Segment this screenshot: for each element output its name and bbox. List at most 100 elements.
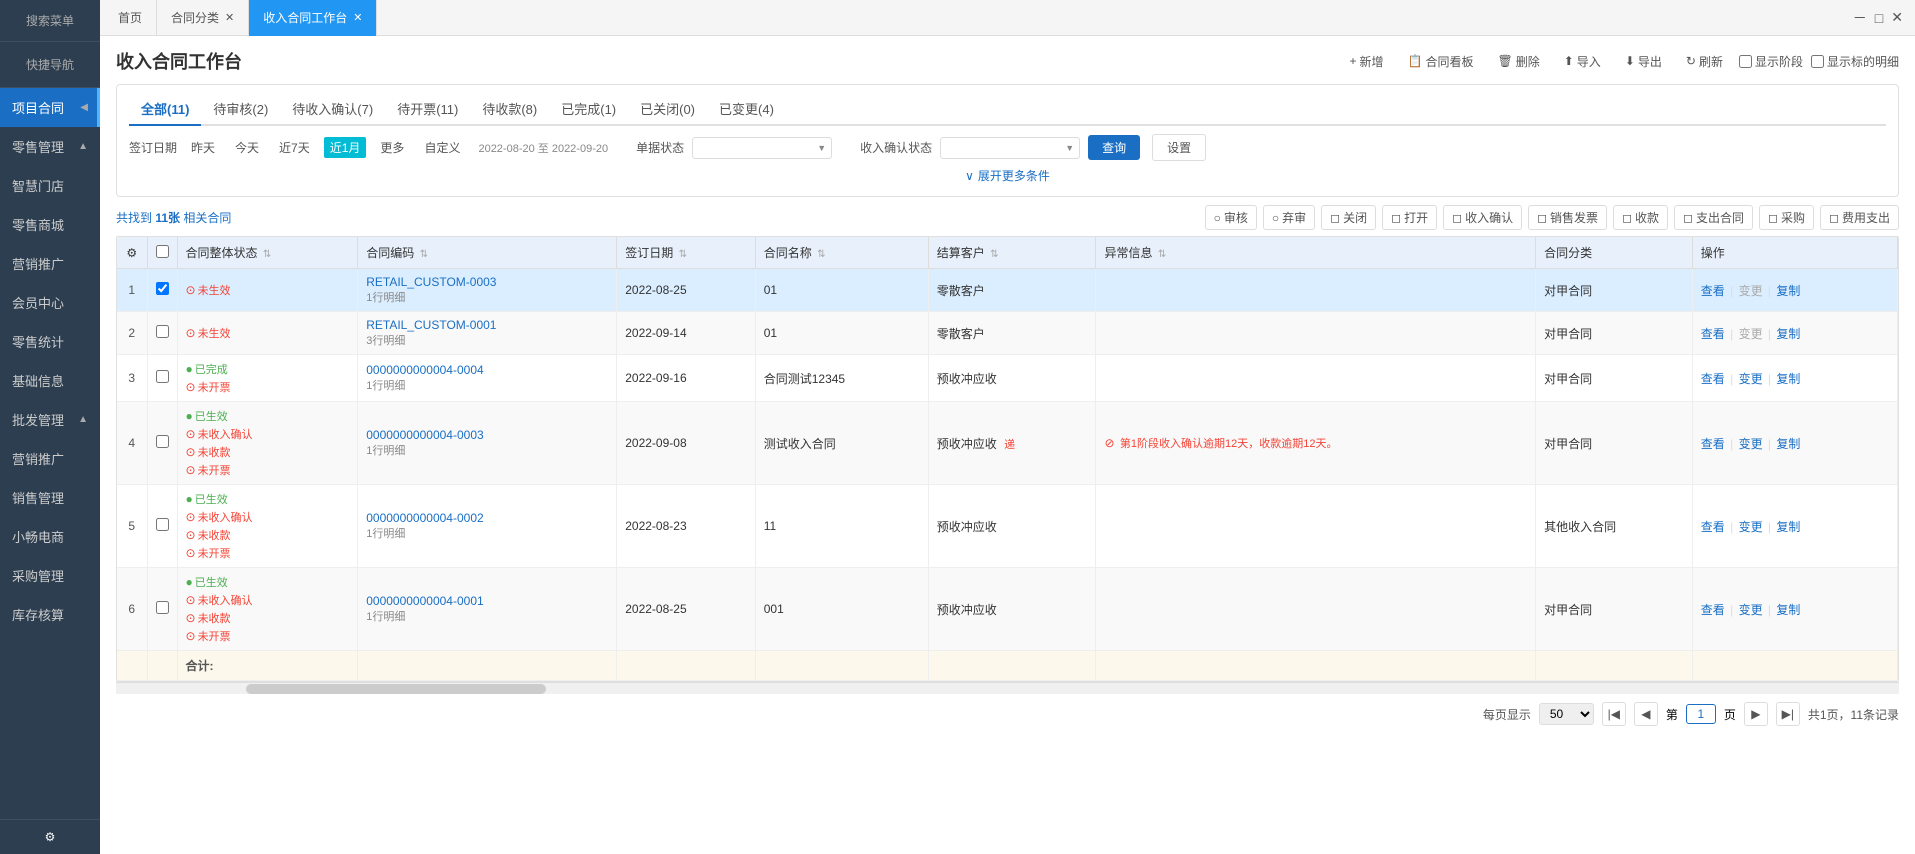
contract-link[interactable]: 0000000000004-0003 [366, 428, 483, 442]
status-tab-pending-invoice[interactable]: 待开票(11) [385, 93, 470, 126]
contract-link[interactable]: 0000000000004-0004 [366, 363, 483, 377]
status-tab-pending-income[interactable]: 待收入确认(7) [280, 93, 385, 126]
income-confirm-button[interactable]: ◻ 收入确认 [1443, 205, 1522, 230]
row-checkbox[interactable] [156, 282, 169, 295]
date-btn-1month[interactable]: 近1月 [324, 137, 367, 158]
settings-icon[interactable]: ⚙ [126, 246, 137, 260]
first-page-button[interactable]: |◀ [1602, 702, 1626, 726]
next-page-button[interactable]: ▶ [1744, 702, 1768, 726]
row-checkbox[interactable] [156, 325, 169, 338]
page-size-select[interactable]: 10 20 50 100 [1539, 703, 1594, 725]
close-button[interactable]: ✕ [1891, 8, 1903, 28]
edit-action[interactable]: 变更 [1739, 520, 1763, 534]
row-checkbox[interactable] [156, 601, 169, 614]
sidebar-item-marketing[interactable]: 营销推广 [0, 244, 100, 283]
abandon-review-button[interactable]: ○ 弃审 [1263, 205, 1315, 230]
show-detail-checkbox[interactable]: 显示标的明细 [1811, 53, 1899, 70]
doc-status-select[interactable] [692, 137, 832, 159]
horizontal-scrollbar[interactable] [116, 682, 1899, 694]
minimize-button[interactable]: － [1853, 8, 1867, 28]
tab-contract-category[interactable]: 合同分类 ✕ [157, 0, 249, 36]
query-button[interactable]: 查询 [1088, 135, 1140, 160]
copy-action[interactable]: 复制 [1776, 603, 1800, 617]
view-action[interactable]: 查看 [1701, 520, 1725, 534]
view-action[interactable]: 查看 [1701, 284, 1725, 298]
status-tab-completed[interactable]: 已完成(1) [549, 93, 628, 126]
show-stage-checkbox[interactable]: 显示阶段 [1739, 53, 1803, 70]
status-tab-pending-payment[interactable]: 待收款(8) [470, 93, 549, 126]
contract-link[interactable]: 0000000000004-0001 [366, 594, 483, 608]
edit-action[interactable]: 变更 [1739, 603, 1763, 617]
edit-action[interactable]: 变更 [1739, 437, 1763, 451]
expense-contract-button[interactable]: ◻ 支出合同 [1674, 205, 1753, 230]
contract-link[interactable]: 0000000000004-0002 [366, 511, 483, 525]
refresh-button[interactable]: ↻ 刷新 [1678, 50, 1731, 73]
row-checkbox[interactable] [156, 370, 169, 383]
expand-more-btn[interactable]: ∨ 展开更多条件 [965, 167, 1050, 184]
contract-board-button[interactable]: 📋 合同看板 [1400, 50, 1482, 73]
contract-link[interactable]: RETAIL_CUSTOM-0001 [366, 318, 496, 332]
setting-button[interactable]: 设置 [1152, 134, 1206, 161]
sidebar-item-smart-store[interactable]: 智慧门店 [0, 166, 100, 205]
review-button[interactable]: ○ 审核 [1205, 205, 1257, 230]
view-action[interactable]: 查看 [1701, 437, 1725, 451]
close-icon[interactable]: ✕ [353, 11, 362, 24]
copy-action[interactable]: 复制 [1776, 520, 1800, 534]
prev-page-button[interactable]: ◀ [1634, 702, 1658, 726]
date-btn-custom[interactable]: 自定义 [418, 137, 466, 158]
sidebar-item-retail-mgmt[interactable]: 零售管理 ▲ [0, 127, 100, 166]
add-button[interactable]: + 新增 [1341, 50, 1391, 73]
status-tab-changed[interactable]: 已变更(4) [707, 93, 786, 126]
view-action[interactable]: 查看 [1701, 603, 1725, 617]
delete-button[interactable]: 🗑 删除 [1489, 50, 1547, 73]
select-all-checkbox[interactable] [156, 245, 169, 258]
status-tab-closed[interactable]: 已关闭(0) [628, 93, 707, 126]
copy-action[interactable]: 复制 [1776, 327, 1800, 341]
page-input[interactable] [1686, 704, 1716, 724]
tab-income-contract[interactable]: 收入合同工作台 ✕ [249, 0, 377, 36]
sidebar-item-retail-stats[interactable]: 零售统计 [0, 322, 100, 361]
last-page-button[interactable]: ▶| [1776, 702, 1800, 726]
status-tab-all[interactable]: 全部(11) [129, 93, 201, 126]
view-action[interactable]: 查看 [1701, 327, 1725, 341]
row-checkbox[interactable] [156, 435, 169, 448]
sales-invoice-button[interactable]: ◻ 销售发票 [1528, 205, 1607, 230]
expense-button[interactable]: ◻ 费用支出 [1820, 205, 1899, 230]
view-action[interactable]: 查看 [1701, 372, 1725, 386]
sidebar-item-project-contract[interactable]: 项目合同 ◀ [0, 88, 100, 127]
export-button[interactable]: ⬇ 导出 [1617, 50, 1670, 73]
row-checkbox[interactable] [156, 518, 169, 531]
date-btn-7days[interactable]: 近7天 [273, 137, 316, 158]
sidebar-item-inventory[interactable]: 库存核算 [0, 595, 100, 634]
payment-button[interactable]: ◻ 收款 [1613, 205, 1668, 230]
status-tab-pending-review[interactable]: 待审核(2) [201, 93, 280, 126]
detail-checkbox-input[interactable] [1811, 55, 1824, 68]
copy-action[interactable]: 复制 [1776, 437, 1800, 451]
edit-action[interactable]: 变更 [1739, 372, 1763, 386]
sidebar-item-wholesale-mgmt[interactable]: 批发管理 ▲ [0, 400, 100, 439]
contract-link[interactable]: RETAIL_CUSTOM-0003 [366, 275, 496, 289]
sidebar-item-marketing2[interactable]: 营销推广 [0, 439, 100, 478]
copy-action[interactable]: 复制 [1776, 284, 1800, 298]
receipt-status-select[interactable] [940, 137, 1080, 159]
import-button[interactable]: ⬆ 导入 [1556, 50, 1609, 73]
sidebar-settings[interactable]: ⚙ [0, 819, 100, 854]
copy-action[interactable]: 复制 [1776, 372, 1800, 386]
sidebar-item-basic-info[interactable]: 基础信息 [0, 361, 100, 400]
purchase-button[interactable]: ◻ 采购 [1759, 205, 1814, 230]
date-btn-today[interactable]: 今天 [229, 137, 265, 158]
sidebar-item-ecommerce[interactable]: 小畅电商 [0, 517, 100, 556]
sidebar-item-purchase-mgmt[interactable]: 采购管理 [0, 556, 100, 595]
sidebar-item-sales-mgmt[interactable]: 销售管理 [0, 478, 100, 517]
sidebar-search[interactable]: 搜索菜单 [0, 0, 100, 42]
date-btn-yesterday[interactable]: 昨天 [185, 137, 221, 158]
sidebar-item-retail-mall[interactable]: 零售商城 [0, 205, 100, 244]
sidebar-item-member-center[interactable]: 会员中心 [0, 283, 100, 322]
close-icon[interactable]: ✕ [225, 11, 234, 24]
stage-checkbox-input[interactable] [1739, 55, 1752, 68]
date-btn-more[interactable]: 更多 [374, 137, 410, 158]
tab-home[interactable]: 首页 [104, 0, 157, 36]
maximize-button[interactable]: □ [1875, 8, 1883, 28]
close-contract-button[interactable]: ◻ 关闭 [1321, 205, 1376, 230]
open-button[interactable]: ◻ 打开 [1382, 205, 1437, 230]
